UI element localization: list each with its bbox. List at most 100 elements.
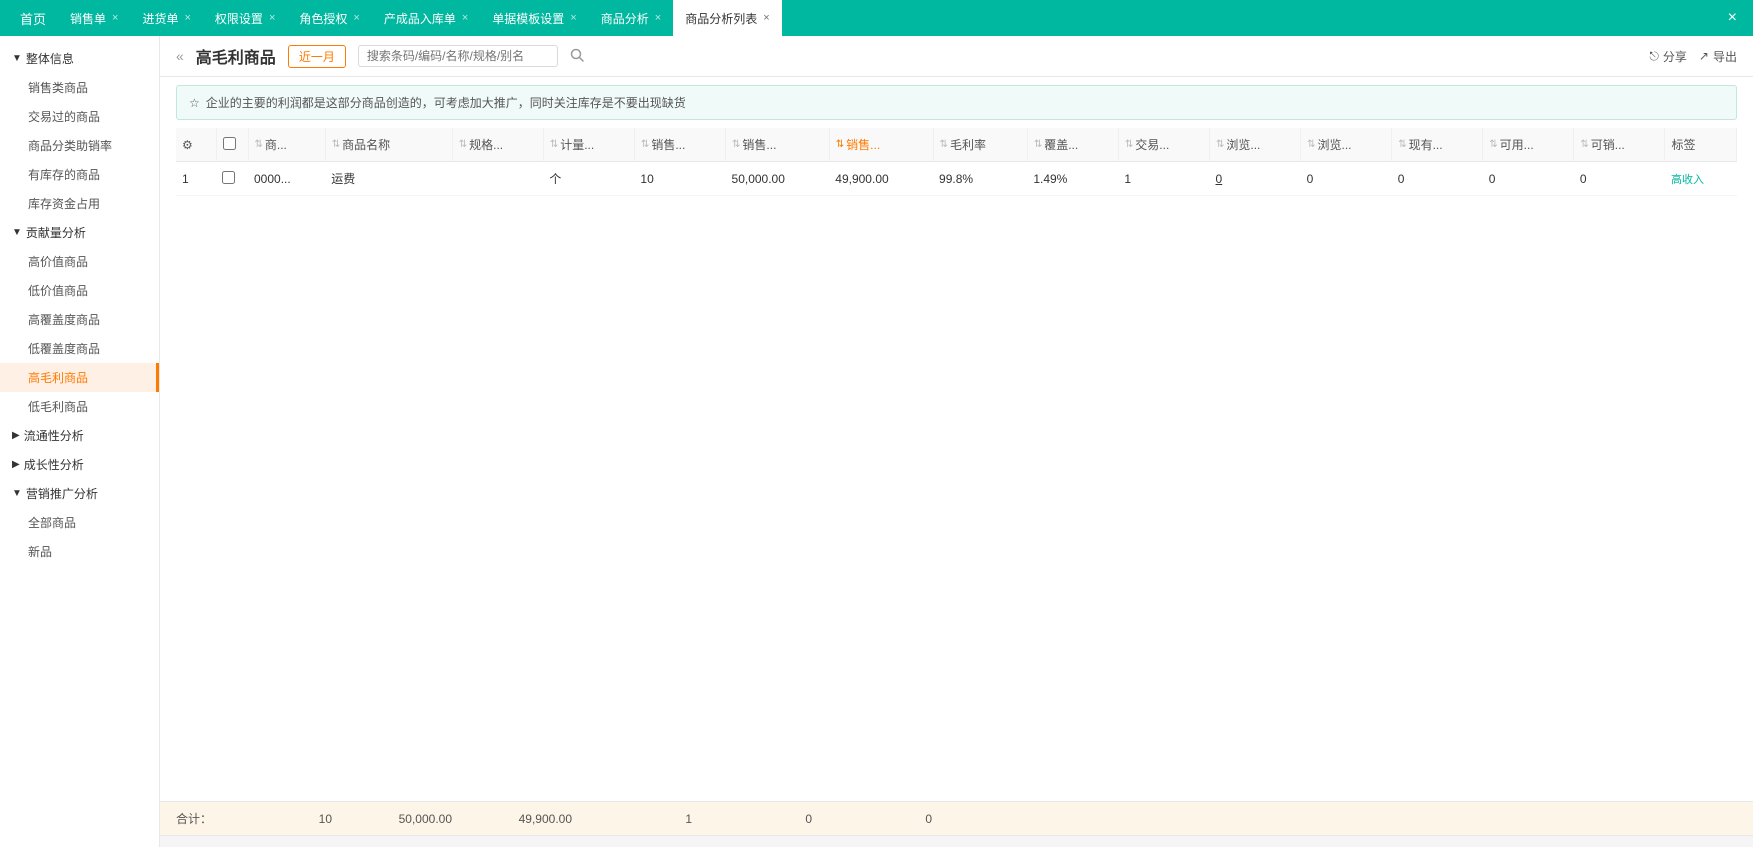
sidebar-item-low-value[interactable]: 低价值商品 — [0, 276, 159, 305]
nav-template-settings[interactable]: 单据模板设置 × — [480, 0, 588, 36]
nav-close-role[interactable]: × — [353, 12, 359, 24]
col-transaction: ⇅交易... — [1118, 128, 1209, 162]
cell-current-stock: 0 — [1392, 162, 1483, 196]
arrow-overall-icon: ▼ — [12, 53, 22, 64]
sidebar-group-liquidity[interactable]: ▶ 流通性分析 — [0, 421, 159, 450]
top-navigation: 首页 销售单 × 进货单 × 权限设置 × 角色授权 × 产成品入库单 × 单据… — [0, 0, 1753, 36]
footer-current-stock: 0 — [732, 812, 812, 826]
sidebar-item-category-assist[interactable]: 商品分类助销率 — [0, 131, 159, 160]
cell-available: 0 — [1483, 162, 1574, 196]
cell-sales-cost: 49,900.00 — [829, 162, 933, 196]
horizontal-scrollbar[interactable] — [160, 835, 1753, 847]
footer-sales-amount: 50,000.00 — [372, 812, 452, 826]
sidebar-group-overall[interactable]: ▼ 整体信息 — [0, 44, 159, 73]
arrow-contribution-icon: ▼ — [12, 227, 22, 238]
col-settings[interactable]: ⚙ — [176, 128, 216, 162]
col-checkbox[interactable] — [216, 128, 248, 162]
export-icon: ↗ — [1699, 49, 1709, 63]
nav-product-warehouse[interactable]: 产成品入库单 × — [372, 0, 480, 36]
cell-index: 1 — [176, 162, 216, 196]
cell-unit: 个 — [543, 162, 634, 196]
cell-browse1[interactable]: 0 — [1210, 162, 1301, 196]
arrow-marketing-icon: ▼ — [12, 488, 22, 499]
col-gross-margin: ⇅毛利率 — [933, 128, 1027, 162]
sidebar-item-low-margin[interactable]: 低毛利商品 — [0, 392, 159, 421]
sidebar-collapse-icon[interactable]: « — [176, 48, 184, 64]
col-code: ⇅商... — [248, 128, 325, 162]
main-layout: ▼ 整体信息 销售类商品 交易过的商品 商品分类助销率 有库存的商品 库存资金占… — [0, 36, 1753, 847]
col-coverage: ⇅覆盖... — [1027, 128, 1118, 162]
page-title: 高毛利商品 — [196, 44, 276, 68]
col-name: ⇅商品名称 — [325, 128, 452, 162]
nav-product-analysis[interactable]: 商品分析 × — [589, 0, 673, 36]
cell-name[interactable]: 运费 — [325, 162, 452, 196]
content-header: « 高毛利商品 近一月 ⎋ 分享 ↗ 导出 — [160, 36, 1753, 77]
row-checkbox[interactable] — [222, 171, 235, 184]
cell-transaction: 1 — [1118, 162, 1209, 196]
nav-close-sales[interactable]: × — [112, 12, 118, 24]
sidebar-item-all-goods[interactable]: 全部商品 — [0, 508, 159, 537]
info-icon: ☆ — [189, 96, 200, 110]
col-spec: ⇅规格... — [452, 128, 543, 162]
nav-close-analysis-list[interactable]: × — [763, 12, 769, 24]
share-button[interactable]: ⎋ 分享 — [1649, 48, 1687, 65]
cell-checkbox[interactable] — [216, 162, 248, 196]
arrow-liquidity-icon: ▶ — [12, 430, 20, 441]
nav-close-purchase[interactable]: × — [184, 12, 190, 24]
nav-home[interactable]: 首页 — [8, 0, 58, 36]
nav-close-permission[interactable]: × — [269, 12, 275, 24]
app-close-button[interactable]: × — [1720, 9, 1745, 27]
footer-sales-count: 10 — [252, 812, 332, 826]
table-row: 1 0000... 运费 个 10 50,000.00 49,900.00 99… — [176, 162, 1737, 196]
nav-close-analysis[interactable]: × — [655, 12, 661, 24]
col-available: ⇅可用... — [1483, 128, 1574, 162]
sidebar-group-marketing[interactable]: ▼ 营销推广分析 — [0, 479, 159, 508]
export-button[interactable]: ↗ 导出 — [1699, 48, 1737, 65]
sidebar-item-high-coverage[interactable]: 高覆盖度商品 — [0, 305, 159, 334]
sidebar-item-traded-goods[interactable]: 交易过的商品 — [0, 102, 159, 131]
share-icon: ⎋ — [1649, 49, 1659, 64]
cell-browse2: 0 — [1301, 162, 1392, 196]
col-unit: ⇅计量... — [543, 128, 634, 162]
table-body: 1 0000... 运费 个 10 50,000.00 49,900.00 99… — [176, 162, 1737, 196]
search-input[interactable] — [358, 45, 558, 67]
sidebar-item-low-coverage[interactable]: 低覆盖度商品 — [0, 334, 159, 363]
sidebar-item-new-goods[interactable]: 新品 — [0, 537, 159, 566]
nav-role-auth[interactable]: 角色授权 × — [287, 0, 371, 36]
cell-sales-amount: 50,000.00 — [726, 162, 830, 196]
sidebar-item-sales-goods[interactable]: 销售类商品 — [0, 73, 159, 102]
cell-gross-margin: 99.8% — [933, 162, 1027, 196]
info-banner: ☆ 企业的主要的利润都是这部分商品创造的，可考虑加大推广，同时关注库存是不要出现… — [176, 85, 1737, 120]
nav-close-template[interactable]: × — [570, 12, 576, 24]
cell-spec — [452, 162, 543, 196]
filter-recent-month-button[interactable]: 近一月 — [288, 45, 346, 68]
product-table: ⚙ ⇅商... ⇅商品名称 ⇅规格... ⇅计量... ⇅销售... ⇅销售..… — [176, 128, 1737, 196]
sidebar-group-contribution[interactable]: ▼ 贡献量分析 — [0, 218, 159, 247]
sidebar-group-growth[interactable]: ▶ 成长性分析 — [0, 450, 159, 479]
col-sales-cost: ⇅销售... — [829, 128, 933, 162]
col-browse1: ⇅浏览... — [1210, 128, 1301, 162]
col-tag: 标签 — [1665, 128, 1737, 162]
col-sellable: ⇅可销... — [1574, 128, 1665, 162]
footer-transaction: 1 — [612, 812, 692, 826]
sidebar-item-high-value[interactable]: 高价值商品 — [0, 247, 159, 276]
sidebar: ▼ 整体信息 销售类商品 交易过的商品 商品分类助销率 有库存的商品 库存资金占… — [0, 36, 160, 847]
select-all-checkbox[interactable] — [223, 137, 236, 150]
nav-product-analysis-list[interactable]: 商品分析列表 × — [673, 0, 781, 36]
table-footer: 合计： 10 50,000.00 49,900.00 1 0 0 — [160, 801, 1753, 835]
sidebar-item-stock-goods[interactable]: 有库存的商品 — [0, 160, 159, 189]
sidebar-item-stock-capital[interactable]: 库存资金占用 — [0, 189, 159, 218]
nav-sales-order[interactable]: 销售单 × — [58, 0, 130, 36]
footer-available: 0 — [852, 812, 932, 826]
table-container: ⚙ ⇅商... ⇅商品名称 ⇅规格... ⇅计量... ⇅销售... ⇅销售..… — [160, 128, 1753, 801]
nav-purchase-order[interactable]: 进货单 × — [130, 0, 202, 36]
cell-tag: 高收入 — [1665, 162, 1737, 196]
sidebar-item-high-margin[interactable]: 高毛利商品 — [0, 363, 159, 392]
col-browse2: ⇅浏览... — [1301, 128, 1392, 162]
nav-permission-settings[interactable]: 权限设置 × — [203, 0, 287, 36]
search-button[interactable] — [570, 48, 584, 65]
nav-close-warehouse[interactable]: × — [462, 12, 468, 24]
search-icon — [570, 48, 584, 62]
cell-sellable: 0 — [1574, 162, 1665, 196]
footer-sales-cost: 49,900.00 — [492, 812, 572, 826]
